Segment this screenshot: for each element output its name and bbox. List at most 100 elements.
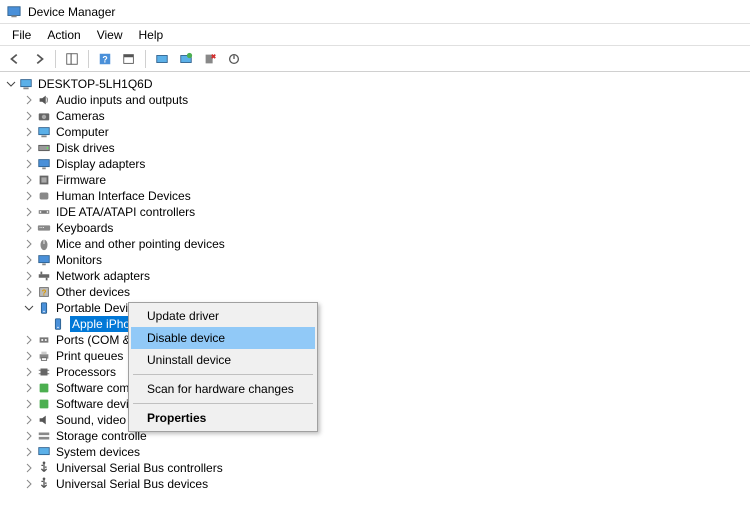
chevron-right-icon[interactable] xyxy=(22,109,36,123)
menu-action[interactable]: Action xyxy=(39,26,88,44)
category-icon xyxy=(36,268,52,284)
device-tree: DESKTOP-5LH1Q6D Audio inputs and outputs… xyxy=(0,72,750,496)
category-icon xyxy=(36,140,52,156)
forward-button[interactable] xyxy=(28,48,50,70)
category-label: Network adapters xyxy=(56,268,150,284)
category-icon xyxy=(36,204,52,220)
chevron-right-icon[interactable] xyxy=(22,221,36,235)
tree-device-selected[interactable]: Apple iPhone xyxy=(0,316,750,332)
chevron-right-icon[interactable] xyxy=(22,253,36,267)
tree-category[interactable]: Software devices xyxy=(0,396,750,412)
update-button[interactable] xyxy=(175,48,197,70)
ctx-disable-device[interactable]: Disable device xyxy=(131,327,315,349)
ctx-separator xyxy=(133,403,313,404)
tree-category[interactable]: Cameras xyxy=(0,108,750,124)
tree-category[interactable]: Ports (COM & LP xyxy=(0,332,750,348)
context-menu: Update driver Disable device Uninstall d… xyxy=(128,302,318,432)
svg-text:?: ? xyxy=(102,54,107,64)
chevron-right-icon[interactable] xyxy=(22,381,36,395)
tree-category[interactable]: Portable Devices xyxy=(0,300,750,316)
chevron-right-icon[interactable] xyxy=(22,189,36,203)
category-icon xyxy=(36,460,52,476)
category-label: Keyboards xyxy=(56,220,113,236)
uninstall-button[interactable] xyxy=(199,48,221,70)
chevron-right-icon[interactable] xyxy=(22,269,36,283)
chevron-right-icon[interactable] xyxy=(22,125,36,139)
category-label: Processors xyxy=(56,364,116,380)
chevron-right-icon[interactable] xyxy=(22,349,36,363)
ctx-properties[interactable]: Properties xyxy=(131,407,315,429)
chevron-right-icon[interactable] xyxy=(22,413,36,427)
chevron-right-icon[interactable] xyxy=(22,285,36,299)
app-icon xyxy=(6,4,22,20)
computer-icon xyxy=(18,76,34,92)
svg-text:?: ? xyxy=(42,289,47,298)
category-icon xyxy=(36,300,52,316)
category-label: System devices xyxy=(56,444,140,460)
chevron-right-icon[interactable] xyxy=(22,477,36,491)
back-button[interactable] xyxy=(4,48,26,70)
category-label: Print queues xyxy=(56,348,123,364)
chevron-right-icon[interactable] xyxy=(22,397,36,411)
tree-category[interactable]: Human Interface Devices xyxy=(0,188,750,204)
chevron-right-icon[interactable] xyxy=(22,93,36,107)
category-label: Human Interface Devices xyxy=(56,188,191,204)
tree-category[interactable]: Computer xyxy=(0,124,750,140)
category-icon xyxy=(36,428,52,444)
help-button[interactable]: ? xyxy=(94,48,116,70)
chevron-right-icon[interactable] xyxy=(22,157,36,171)
category-icon xyxy=(36,92,52,108)
disable-button[interactable] xyxy=(223,48,245,70)
tree-category[interactable]: Network adapters xyxy=(0,268,750,284)
tree-category[interactable]: IDE ATA/ATAPI controllers xyxy=(0,204,750,220)
tree-category[interactable]: Sound, video and xyxy=(0,412,750,428)
tree-category[interactable]: Print queues xyxy=(0,348,750,364)
show-hide-button[interactable] xyxy=(61,48,83,70)
menu-help[interactable]: Help xyxy=(131,26,172,44)
chevron-right-icon[interactable] xyxy=(22,205,36,219)
chevron-right-icon[interactable] xyxy=(22,365,36,379)
category-label: Mice and other pointing devices xyxy=(56,236,225,252)
category-icon xyxy=(36,172,52,188)
category-icon xyxy=(36,364,52,380)
tree-category[interactable]: Disk drives xyxy=(0,140,750,156)
tree-category[interactable]: Storage controlle xyxy=(0,428,750,444)
tree-category[interactable]: ?Other devices xyxy=(0,284,750,300)
action-button[interactable] xyxy=(118,48,140,70)
menu-view[interactable]: View xyxy=(89,26,131,44)
category-label: Disk drives xyxy=(56,140,115,156)
tree-category[interactable]: Keyboards xyxy=(0,220,750,236)
chevron-right-icon[interactable] xyxy=(22,141,36,155)
chevron-right-icon[interactable] xyxy=(22,429,36,443)
chevron-right-icon[interactable] xyxy=(22,237,36,251)
tree-category[interactable]: Audio inputs and outputs xyxy=(0,92,750,108)
tree-category[interactable]: Firmware xyxy=(0,172,750,188)
tree-category[interactable]: Software compor xyxy=(0,380,750,396)
category-icon xyxy=(36,332,52,348)
tree-category[interactable]: Universal Serial Bus controllers xyxy=(0,460,750,476)
tree-category[interactable]: Universal Serial Bus devices xyxy=(0,476,750,492)
category-icon xyxy=(36,412,52,428)
category-label: Cameras xyxy=(56,108,105,124)
tree-root[interactable]: DESKTOP-5LH1Q6D xyxy=(0,76,750,92)
tree-category[interactable]: Mice and other pointing devices xyxy=(0,236,750,252)
menu-file[interactable]: File xyxy=(4,26,39,44)
chevron-down-icon[interactable] xyxy=(22,301,36,315)
tree-category[interactable]: System devices xyxy=(0,444,750,460)
ctx-uninstall-device[interactable]: Uninstall device xyxy=(131,349,315,371)
scan-button[interactable] xyxy=(151,48,173,70)
ctx-scan-hardware[interactable]: Scan for hardware changes xyxy=(131,378,315,400)
tree-category[interactable]: Processors xyxy=(0,364,750,380)
chevron-right-icon[interactable] xyxy=(22,461,36,475)
chevron-right-icon[interactable] xyxy=(22,333,36,347)
category-icon xyxy=(36,156,52,172)
tree-category[interactable]: Monitors xyxy=(0,252,750,268)
category-icon: ? xyxy=(36,284,52,300)
tree-category[interactable]: Display adapters xyxy=(0,156,750,172)
chevron-down-icon[interactable] xyxy=(4,77,18,91)
category-label: Monitors xyxy=(56,252,102,268)
chevron-right-icon[interactable] xyxy=(22,445,36,459)
toolbar-separator xyxy=(145,50,146,68)
ctx-update-driver[interactable]: Update driver xyxy=(131,305,315,327)
chevron-right-icon[interactable] xyxy=(22,173,36,187)
